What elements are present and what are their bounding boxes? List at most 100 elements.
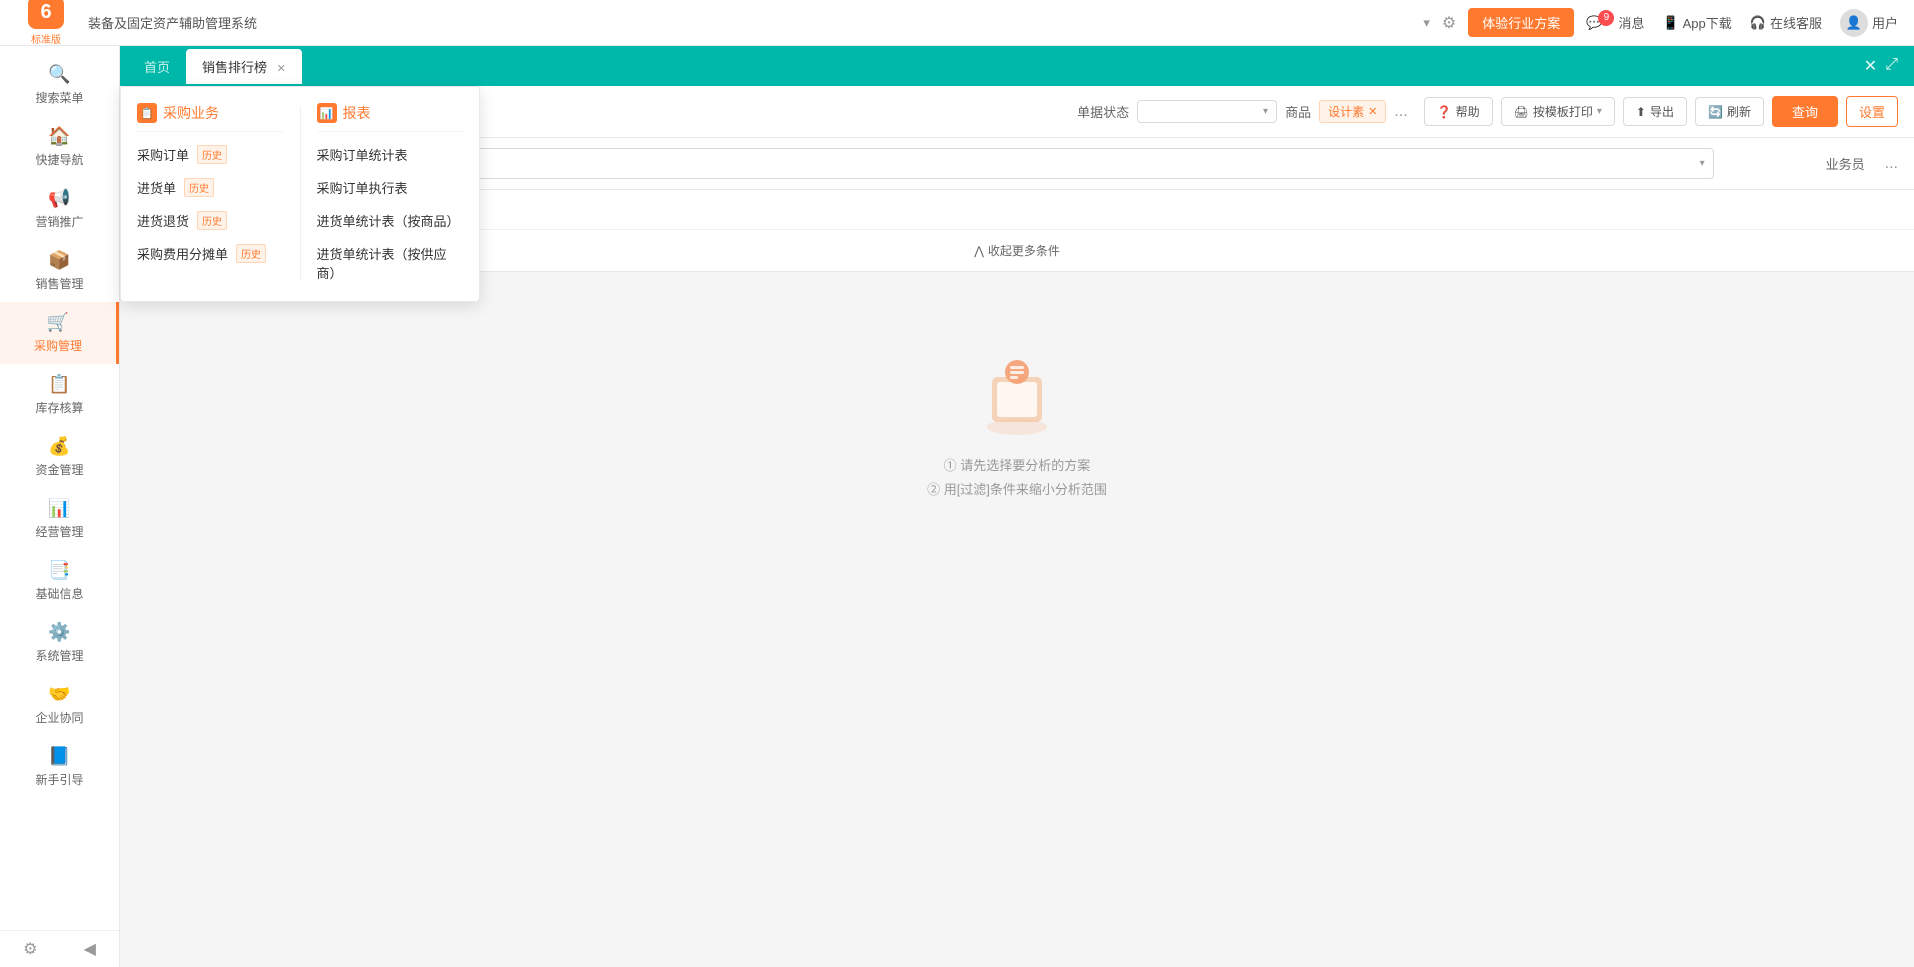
sidebar-item-finance[interactable]: 💰 资金管理 — [0, 426, 119, 488]
dropdown-item-purchase-expense[interactable]: 采购费用分摊单 历史 — [137, 237, 284, 270]
sidebar-item-label: 基础信息 — [35, 585, 83, 602]
help-btn[interactable]: ❓ 帮助 — [1424, 97, 1493, 126]
purchase-in-stat-supplier-label: 进货单统计表（按供应商） — [317, 244, 464, 282]
goods-tag-close-icon[interactable]: ✕ — [1368, 105, 1377, 118]
print-btn[interactable]: 🖨 按模板打印 ▾ — [1501, 97, 1615, 126]
sidebar-item-label: 资金管理 — [35, 461, 83, 478]
purchase-in-label: 进货单 — [137, 178, 176, 197]
sidebar-item-system[interactable]: ⚙️ 系统管理 — [0, 612, 119, 674]
basic-info-icon: 📑 — [48, 560, 70, 581]
salesperson-label: 业务员 — [1826, 154, 1865, 173]
purchase-icon: 🛒 — [47, 312, 69, 333]
user-label: 用户 — [1872, 13, 1898, 32]
tab-sales-rank-label: 销售排行榜 — [202, 60, 267, 75]
tab-bar: 首页 销售排行榜 ✕ ✕ ⤢ — [120, 46, 1914, 86]
sidebar-item-inventory[interactable]: 📋 库存核算 — [0, 364, 119, 426]
search-btn[interactable]: 查询 — [1772, 96, 1838, 127]
logo-text: 标准版 — [31, 31, 61, 46]
refresh-btn[interactable]: 🔄 刷新 — [1695, 97, 1764, 126]
window-maximize-icon[interactable]: ⤢ — [1885, 56, 1898, 76]
dropdown-columns: 📋 采购业务 采购订单 历史 进货单 历史 进货退货 历史 采购费用分摊单 历史 — [121, 99, 479, 289]
purchase-section-title: 📋 采购业务 — [137, 99, 284, 132]
collapse-btn[interactable]: ⋀ 收起更多条件 — [958, 236, 1076, 265]
purchase-expense-label: 采购费用分摊单 — [137, 244, 228, 263]
top-bar-right: 💬 9 消息 📱 App下载 🎧 在线客服 👤 用户 — [1586, 9, 1898, 37]
app-logo: 6 标准版 — [16, 0, 76, 46]
sidebar: 🔍 搜索菜单 🏠 快捷导航 📢 营销推广 📦 销售管理 🛒 采购管理 📋 库存核… — [0, 46, 120, 967]
message-item[interactable]: 💬 9 消息 — [1586, 13, 1644, 32]
sidebar-collapse-icon[interactable]: ◀ — [84, 939, 96, 959]
collapse-label: 收起更多条件 — [988, 242, 1060, 259]
home-icon: 🏠 — [48, 126, 70, 147]
user-item[interactable]: 👤 用户 — [1840, 9, 1898, 37]
industry-btn[interactable]: 体验行业方案 — [1468, 8, 1574, 37]
sidebar-item-search-menu[interactable]: 🔍 搜索菜单 — [0, 54, 119, 116]
tab-close-icon[interactable]: ✕ — [277, 63, 286, 75]
dropdown-item-purchase-return[interactable]: 进货退货 历史 — [137, 204, 284, 237]
print-icon: 🖨 — [1514, 105, 1529, 119]
dropdown-item-purchase-order[interactable]: 采购订单 历史 — [137, 138, 284, 171]
empty-state: ① 请先选择要分析的方案 ② 用[过滤]条件来缩小分析范围 — [120, 272, 1914, 582]
tab-home-label: 首页 — [144, 60, 170, 75]
rank-chevron-icon: ▾ — [1700, 158, 1705, 169]
logo-icon: 6 — [28, 0, 64, 29]
sidebar-item-operations[interactable]: 📊 经营管理 — [0, 488, 119, 550]
inventory-icon: 📋 — [48, 374, 70, 395]
sidebar-item-enterprise[interactable]: 🤝 企业协同 — [0, 674, 119, 736]
purchase-in-stat-goods-label: 进货单统计表（按商品） — [317, 211, 460, 230]
sidebar-item-quick-nav[interactable]: 🏠 快捷导航 — [0, 116, 119, 178]
chevron-down-icon: ▾ — [1263, 106, 1268, 117]
empty-state-icon — [972, 352, 1062, 442]
export-label: 导出 — [1650, 103, 1674, 120]
history-badge-1: 历史 — [197, 145, 227, 164]
dropdown-item-purchase-in-stat-goods[interactable]: 进货单统计表（按商品） — [317, 204, 464, 237]
export-btn[interactable]: ⬆ 导出 — [1623, 97, 1687, 126]
online-service-item[interactable]: 🎧 在线客服 — [1750, 13, 1822, 32]
history-badge-4: 历史 — [236, 244, 266, 263]
sidebar-item-label: 搜索菜单 — [35, 89, 83, 106]
dropdown-item-purchase-in[interactable]: 进货单 历史 — [137, 171, 284, 204]
print-label: 按模板打印 — [1533, 103, 1593, 120]
tab-home[interactable]: 首页 — [128, 49, 186, 84]
salesperson-more-icon[interactable]: ... — [1885, 155, 1898, 173]
sidebar-item-label: 企业协同 — [35, 709, 83, 726]
sidebar-item-marketing[interactable]: 📢 营销推广 — [0, 178, 119, 240]
refresh-label: 刷新 — [1727, 103, 1751, 120]
app-download-label: App下载 — [1683, 13, 1732, 32]
goods-tag[interactable]: 设计素 ✕ — [1319, 100, 1386, 123]
app-download-item[interactable]: 📱 App下载 — [1662, 13, 1731, 32]
refresh-icon: 🔄 — [1708, 105, 1723, 119]
goods-more-icon[interactable]: ... — [1394, 103, 1407, 121]
purchase-return-label: 进货退货 — [137, 211, 189, 230]
collapse-up-icon: ⋀ — [974, 244, 984, 258]
dropdown-item-purchase-in-stat-supplier[interactable]: 进货单统计表（按供应商） — [317, 237, 464, 289]
sidebar-item-guide[interactable]: 📘 新手引导 — [0, 736, 119, 798]
report-section-title: 📊 报表 — [317, 99, 464, 132]
guide-icon: 📘 — [48, 746, 70, 767]
tab-sales-rank[interactable]: 销售排行榜 ✕ — [186, 49, 302, 84]
purchase-section-icon: 📋 — [137, 103, 157, 123]
sidebar-item-sales[interactable]: 📦 销售管理 — [0, 240, 119, 302]
sidebar-item-label: 销售管理 — [35, 275, 83, 292]
settings-btn[interactable]: 设置 — [1846, 96, 1898, 127]
dropdown-arrow-icon[interactable]: ▾ — [1423, 15, 1430, 31]
sidebar-item-label: 采购管理 — [34, 337, 82, 354]
report-section-label: 报表 — [343, 103, 371, 123]
dropdown-item-purchase-order-exec[interactable]: 采购订单执行表 — [317, 171, 464, 204]
top-bar: 6 标准版 装备及固定资产辅助管理系统 ▾ ⚙ 体验行业方案 💬 9 消息 📱 … — [0, 0, 1914, 46]
app-title: 装备及固定资产辅助管理系统 — [88, 13, 1411, 32]
document-status-select[interactable]: ▾ — [1137, 100, 1277, 123]
document-status-label: 单据状态 — [1077, 102, 1129, 121]
window-close-icon[interactable]: ✕ — [1864, 56, 1877, 76]
export-icon: ⬆ — [1636, 105, 1646, 119]
sidebar-settings-icon[interactable]: ⚙ — [23, 939, 37, 959]
purchase-order-exec-label: 采购订单执行表 — [317, 178, 408, 197]
print-arrow-icon: ▾ — [1597, 106, 1602, 117]
sidebar-bottom: ⚙ ◀ — [0, 930, 119, 967]
settings-gear-icon[interactable]: ⚙ — [1442, 13, 1456, 33]
dropdown-item-purchase-order-stat[interactable]: 采购订单统计表 — [317, 138, 464, 171]
sidebar-item-purchase[interactable]: 🛒 采购管理 — [0, 302, 119, 364]
sales-icon: 📦 — [48, 250, 70, 271]
toolbar-actions: ❓ 帮助 🖨 按模板打印 ▾ ⬆ 导出 🔄 刷新 — [1424, 96, 1898, 127]
sidebar-item-basic-info[interactable]: 📑 基础信息 — [0, 550, 119, 612]
